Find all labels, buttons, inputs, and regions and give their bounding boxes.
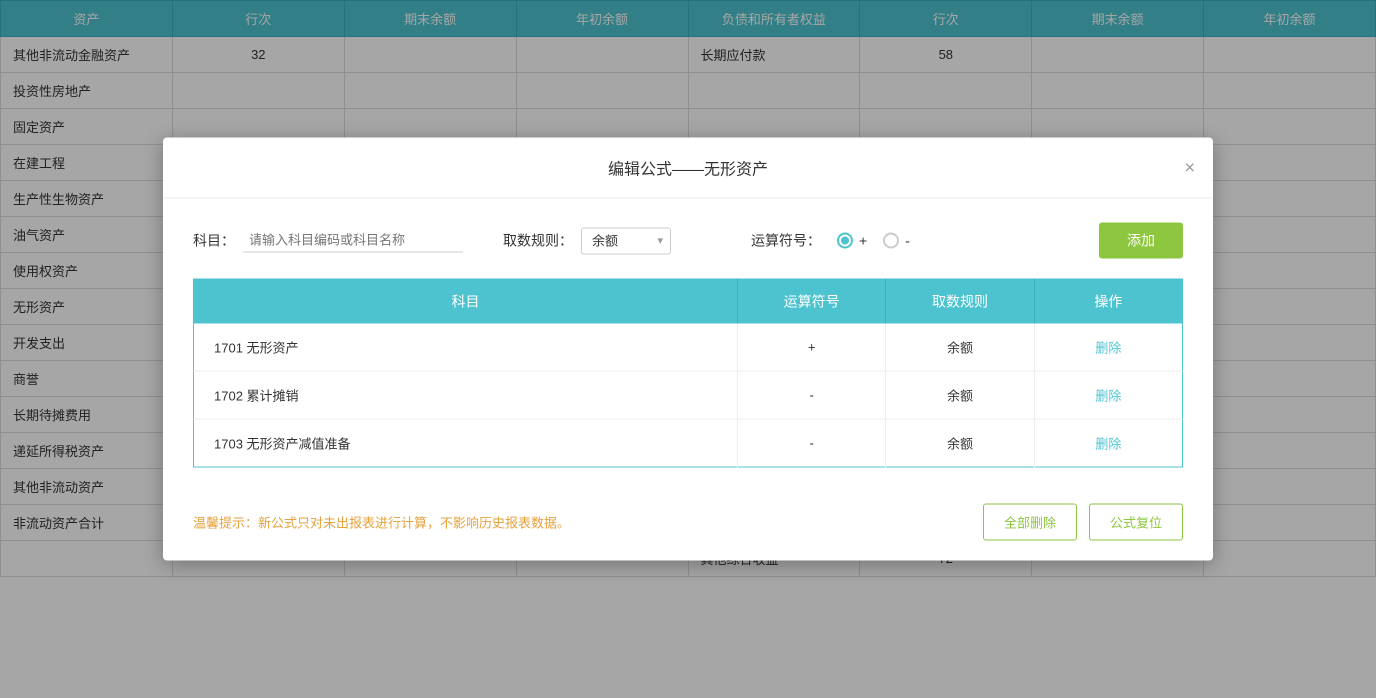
operator-plus-label: + xyxy=(859,233,867,249)
th-subject: 科目 xyxy=(194,279,738,324)
th-action: 操作 xyxy=(1034,279,1182,324)
th-rule: 取数规则 xyxy=(886,279,1034,324)
delete-all-button[interactable]: 全部删除 xyxy=(983,504,1077,541)
operator-plus-radio[interactable]: + xyxy=(837,233,867,249)
delete-link[interactable]: 删除 xyxy=(1095,341,1121,356)
formula-subject: 1701 无形资产 xyxy=(194,324,738,372)
formula-action: 删除 xyxy=(1034,371,1182,419)
formula-rule: 余额 xyxy=(886,324,1034,372)
modal-title: 编辑公式——无形资产 xyxy=(608,156,768,180)
footer-buttons: 全部删除 公式复位 xyxy=(983,504,1183,541)
th-operator: 运算符号 xyxy=(737,279,885,324)
formula-rule: 余额 xyxy=(886,371,1034,419)
formula-subject: 1702 累计摊销 xyxy=(194,371,738,419)
formula-rule: 余额 xyxy=(886,419,1034,467)
subject-label: 科目： xyxy=(193,231,235,251)
operator-label: 运算符号： xyxy=(751,231,821,251)
modal-close-button[interactable]: × xyxy=(1184,159,1195,177)
radio-minus-indicator xyxy=(883,233,899,249)
add-button[interactable]: 添加 xyxy=(1099,223,1183,259)
modal-footer: 温馨提示：新公式只对未出报表进行计算，不影响历史报表数据。 全部删除 公式复位 xyxy=(163,488,1213,561)
operator-radio-group: + - xyxy=(837,233,910,249)
rule-select-wrap: 余额 借方 贷方 借方发生额 贷方发生额 xyxy=(581,227,671,254)
edit-formula-modal: 编辑公式——无形资产 × 科目： 取数规则： 余额 借方 贷方 借方发生额 贷方… xyxy=(163,138,1213,561)
operator-minus-label: - xyxy=(905,233,910,249)
rule-group: 取数规则： 余额 借方 贷方 借方发生额 贷方发生额 xyxy=(503,227,671,254)
modal-header: 编辑公式——无形资产 × xyxy=(163,138,1213,199)
modal-body: 科目： 取数规则： 余额 借方 贷方 借方发生额 贷方发生额 运算符号： xyxy=(163,199,1213,488)
formula-operator: - xyxy=(737,371,885,419)
subject-input[interactable] xyxy=(243,229,463,253)
operator-minus-radio[interactable]: - xyxy=(883,233,910,249)
form-row: 科目： 取数规则： 余额 借方 贷方 借方发生额 贷方发生额 运算符号： xyxy=(193,223,1183,259)
formula-subject: 1703 无形资产减值准备 xyxy=(194,419,738,467)
formula-action: 删除 xyxy=(1034,324,1182,372)
formula-operator: + xyxy=(737,324,885,372)
formula-operator: - xyxy=(737,419,885,467)
table-header-row: 科目 运算符号 取数规则 操作 xyxy=(194,279,1183,324)
rule-label: 取数规则： xyxy=(503,231,573,251)
formula-action: 删除 xyxy=(1034,419,1182,467)
formula-row: 1701 无形资产+余额 删除 xyxy=(194,324,1183,372)
delete-link[interactable]: 删除 xyxy=(1095,437,1121,452)
formula-row: 1702 累计摊销-余额 删除 xyxy=(194,371,1183,419)
reset-button[interactable]: 公式复位 xyxy=(1089,504,1183,541)
formula-row: 1703 无形资产减值准备-余额 删除 xyxy=(194,419,1183,467)
rule-select[interactable]: 余额 借方 贷方 借方发生额 贷方发生额 xyxy=(581,227,671,254)
formula-table: 科目 运算符号 取数规则 操作 1701 无形资产+余额删除1702 累计摊销-… xyxy=(193,279,1183,468)
tip-text: 温馨提示：新公式只对未出报表进行计算，不影响历史报表数据。 xyxy=(193,513,570,532)
radio-plus-indicator xyxy=(837,233,853,249)
delete-link[interactable]: 删除 xyxy=(1095,389,1121,404)
